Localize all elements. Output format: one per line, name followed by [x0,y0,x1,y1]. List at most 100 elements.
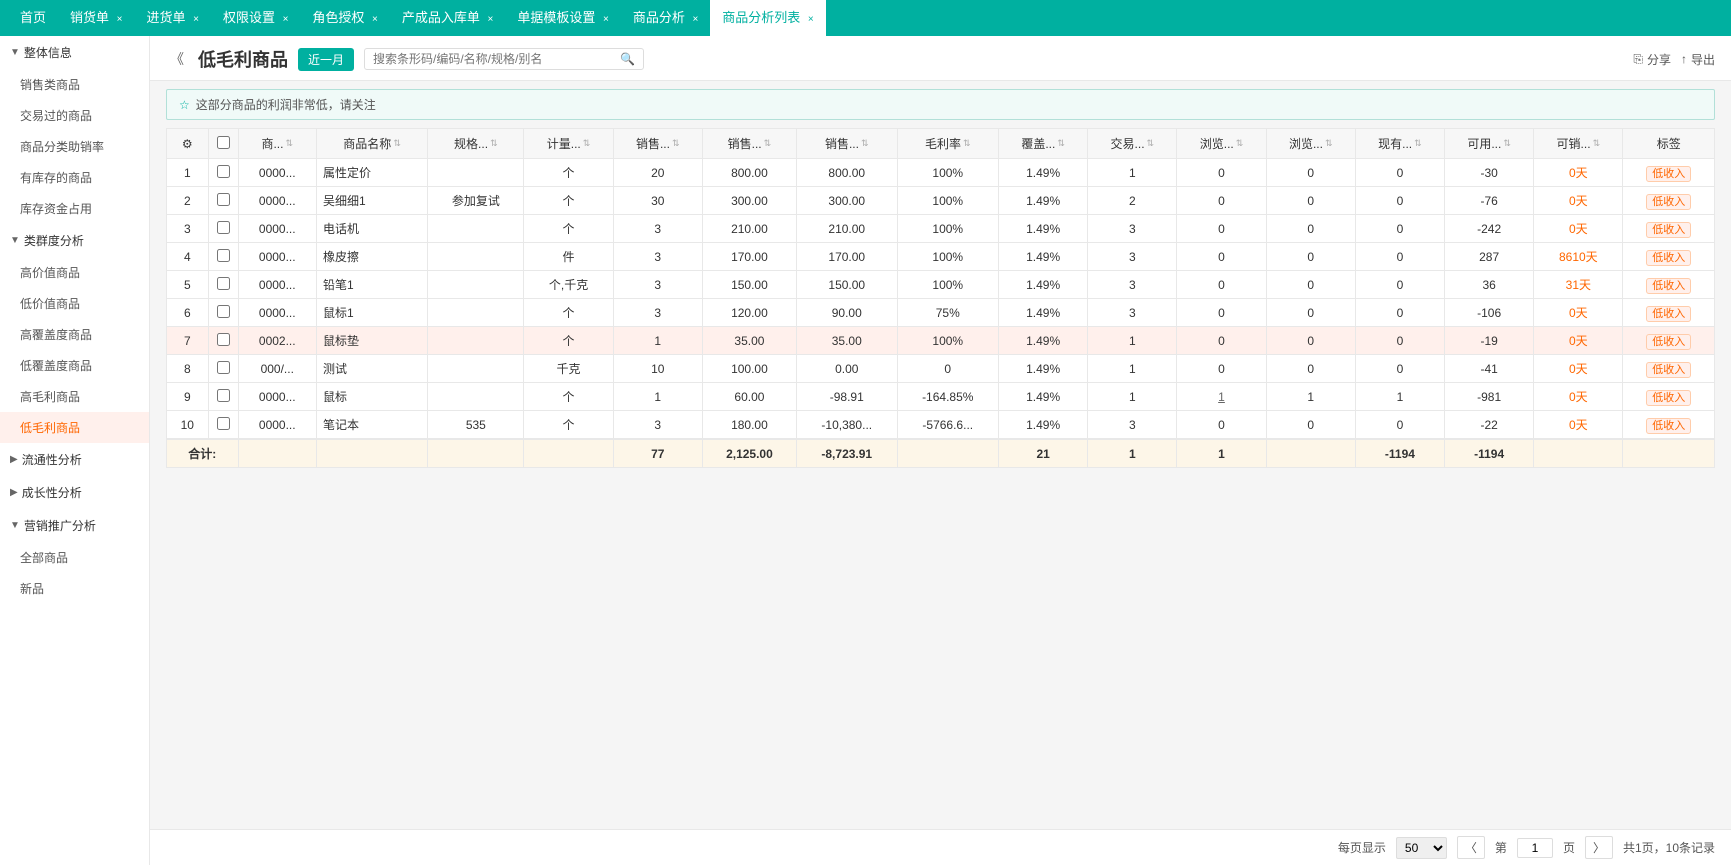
sort-spec-icon[interactable]: ⇅ [490,138,498,149]
data-table: ⚙ 商...⇅ 商品名称⇅ 规格...⇅ 计量...⇅ 销售...⇅ 销售...… [166,128,1715,468]
sidebar-item-low-value[interactable]: 低价值商品 [0,288,149,319]
sidebar-item-all-goods[interactable]: 全部商品 [0,542,149,573]
nav-home[interactable]: 首页 [8,0,58,36]
row-stock-available: -41 [1445,355,1534,383]
sidebar-item-new-goods[interactable]: 新品 [0,573,149,604]
nav-close-goods-analysis-list[interactable]: × [808,14,814,25]
per-page-select[interactable]: 50 20 100 [1396,837,1447,859]
row-checkbox[interactable] [217,333,230,346]
nav-product-in[interactable]: 产成品入库单 × [390,0,505,36]
select-all-checkbox[interactable] [217,136,230,149]
page-number-input[interactable] [1517,838,1553,858]
row-checkbox[interactable] [217,165,230,178]
tx-link[interactable]: 1 [1218,390,1225,404]
sidebar-group-growth[interactable]: ▶ 成长性分析 [0,476,149,509]
row-checkbox-cell[interactable] [208,327,238,355]
sidebar-item-in-stock[interactable]: 有库存的商品 [0,162,149,193]
row-gross-rate: -164.85% [897,383,999,411]
row-checkbox-cell[interactable] [208,271,238,299]
row-checkbox-cell[interactable] [208,187,238,215]
nav-close-product-in[interactable]: × [488,14,494,25]
row-checkbox-cell[interactable] [208,383,238,411]
sidebar-item-high-margin[interactable]: 高毛利商品 [0,381,149,412]
sidebar-item-high-value[interactable]: 高价值商品 [0,257,149,288]
row-checkbox-cell[interactable] [208,243,238,271]
sidebar-item-low-coverage[interactable]: 低覆盖度商品 [0,350,149,381]
nav-purchase[interactable]: 进货单 × [134,0,210,36]
sort-sales-profit-icon[interactable]: ⇅ [861,138,869,149]
search-input[interactable] [373,52,620,66]
row-checkbox-cell[interactable] [208,411,238,440]
sort-browse2-icon[interactable]: ⇅ [1325,138,1333,149]
nav-close-goods-analysis[interactable]: × [692,14,698,25]
sidebar-item-low-margin[interactable]: 低毛利商品 [0,412,149,443]
sort-gross-rate-icon[interactable]: ⇅ [963,138,971,149]
row-checkbox[interactable] [217,417,230,430]
col-checkbox[interactable] [208,129,238,159]
nav-close-template[interactable]: × [603,14,609,25]
row-checkbox[interactable] [217,249,230,262]
row-checkbox-cell[interactable] [208,159,238,187]
nav-role[interactable]: 角色授权 × [300,0,389,36]
sidebar-group-overall[interactable]: ▼ 整体信息 [0,36,149,69]
row-checkbox[interactable] [217,221,230,234]
nav-sales[interactable]: 销货单 × [58,0,134,36]
row-stock-available: -30 [1445,159,1534,187]
sidebar-item-category-rate[interactable]: 商品分类助销率 [0,131,149,162]
total-qty: 77 [613,439,702,468]
col-tx: 交易...⇅ [1088,129,1177,159]
row-checkbox[interactable] [217,389,230,402]
sidebar-group-cluster[interactable]: ▼ 类群度分析 [0,224,149,257]
nav-close-purchase[interactable]: × [193,14,199,25]
sidebar-group-flow[interactable]: ▶ 流通性分析 [0,443,149,476]
row-checkbox-cell[interactable] [208,299,238,327]
row-checkbox-cell[interactable] [208,215,238,243]
sort-browse1-icon[interactable]: ⇅ [1236,138,1244,149]
col-settings[interactable]: ⚙ [167,129,209,159]
nav-permission[interactable]: 权限设置 × [211,0,300,36]
nav-close-sales[interactable]: × [117,14,123,25]
nav-template[interactable]: 单据模板设置 × [505,0,620,36]
row-spec [428,271,524,299]
sort-sales-amount-icon[interactable]: ⇅ [764,138,772,149]
nav-goods-analysis[interactable]: 商品分析 × [621,0,710,36]
nav-close-permission[interactable]: × [283,14,289,25]
date-filter-btn[interactable]: 近一月 [298,48,354,71]
row-checkbox[interactable] [217,305,230,318]
sort-stock-saleable-icon[interactable]: ⇅ [1593,138,1601,149]
sidebar-item-sales-goods[interactable]: 销售类商品 [0,69,149,100]
sort-coverage-icon[interactable]: ⇅ [1057,138,1065,149]
search-icon[interactable]: 🔍 [620,52,635,66]
sidebar-item-traded-goods[interactable]: 交易过的商品 [0,100,149,131]
row-checkbox[interactable] [217,193,230,206]
nav-close-role[interactable]: × [372,14,378,25]
sort-unit-icon[interactable]: ⇅ [583,138,591,149]
col-tag-label: 标签 [1657,137,1681,151]
sort-code-icon[interactable]: ⇅ [285,138,293,149]
row-tag: 低收入 [1623,299,1715,327]
days-value: 0天 [1569,306,1588,320]
row-code: 0000... [238,215,316,243]
days-value: 0天 [1569,222,1588,236]
sort-name-icon[interactable]: ⇅ [393,138,401,149]
row-checkbox[interactable] [217,361,230,374]
sort-qty-icon[interactable]: ⇅ [672,138,680,149]
table-container[interactable]: ⚙ 商...⇅ 商品名称⇅ 规格...⇅ 计量...⇅ 销售...⇅ 销售...… [150,120,1731,829]
row-checkbox-cell[interactable] [208,355,238,383]
sort-stock-current-icon[interactable]: ⇅ [1414,138,1422,149]
total-stock2: -1194 [1445,439,1534,468]
tag-badge: 低收入 [1646,278,1691,294]
sidebar-group-marketing[interactable]: ▼ 营销推广分析 [0,509,149,542]
sidebar-collapse-btn[interactable]: 《 [166,49,188,69]
next-page-btn[interactable]: 〉 [1585,836,1613,859]
export-btn[interactable]: ↑ 导出 [1681,51,1715,68]
prev-page-btn[interactable]: 〈 [1457,836,1485,859]
sort-tx-icon[interactable]: ⇅ [1147,138,1155,149]
row-checkbox[interactable] [217,277,230,290]
row-spec [428,215,524,243]
sort-stock-available-icon[interactable]: ⇅ [1503,138,1511,149]
sidebar-item-high-coverage[interactable]: 高覆盖度商品 [0,319,149,350]
share-btn[interactable]: ⎘ 分享 [1633,51,1671,68]
nav-goods-analysis-list[interactable]: 商品分析列表 × [710,0,825,36]
sidebar-item-stock-capital[interactable]: 库存资金占用 [0,193,149,224]
